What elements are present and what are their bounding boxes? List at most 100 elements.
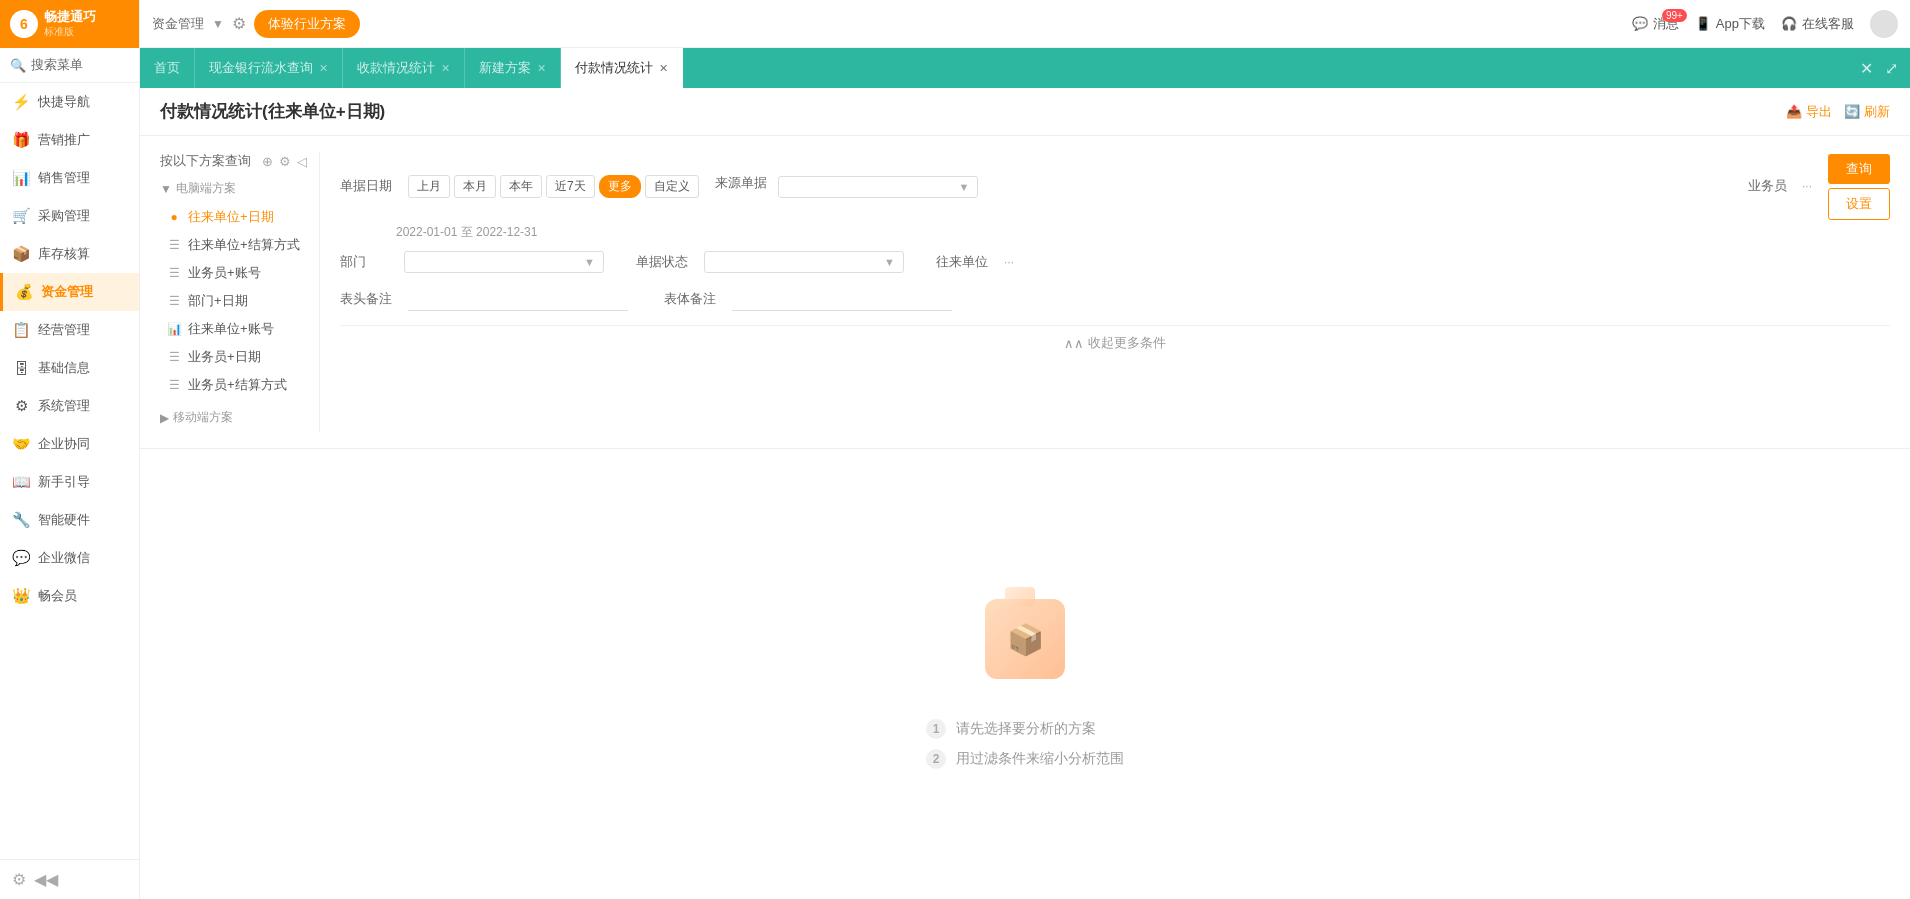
refresh-label: 刷新 [1864, 103, 1890, 121]
sidebar-item-smart-hw[interactable]: 🔧智能硬件 [0, 501, 139, 539]
sidebar-item-sales[interactable]: 📊销售管理 [0, 159, 139, 197]
sidebar-item-inventory[interactable]: 📦库存核算 [0, 235, 139, 273]
app-download-icon: 📱 [1695, 16, 1711, 31]
date-btn-more[interactable]: 更多 [599, 175, 641, 198]
dept-select[interactable]: ▼ [404, 251, 604, 273]
date-btn-custom[interactable]: 自定义 [645, 175, 699, 198]
sidebar-item-quick-nav[interactable]: ⚡快捷导航 [0, 83, 139, 121]
scheme-unit-settle[interactable]: ☰ 往来单位+结算方式 [160, 231, 307, 259]
app-download-button[interactable]: 📱 App下载 [1695, 15, 1765, 33]
user-avatar[interactable] [1870, 10, 1898, 38]
sidebar-item-marketing[interactable]: 🎁营销推广 [0, 121, 139, 159]
refresh-button[interactable]: 🔄 刷新 [1844, 103, 1890, 121]
app-edition: 标准版 [44, 25, 96, 39]
search-menu-item[interactable]: 🔍 搜索菜单 [0, 48, 139, 83]
membership-icon: 👑 [12, 587, 30, 605]
try-industry-button[interactable]: 体验行业方案 [254, 10, 360, 38]
body-note-input[interactable] [732, 287, 952, 311]
sidebar-label-purchase: 采购管理 [38, 207, 90, 225]
mobile-group-arrow: ▶ [160, 411, 169, 425]
sidebar-label-inventory: 库存核算 [38, 245, 90, 263]
settings-button[interactable]: 设置 [1828, 188, 1890, 220]
robot-head-shape [1005, 587, 1035, 607]
scheme-unit-account[interactable]: 📊 往来单位+账号 [160, 315, 307, 343]
header-note-label: 表头备注 [340, 290, 392, 308]
scheme-salesman-settle-label: 业务员+结算方式 [188, 376, 287, 394]
date-range-text: 2022-01-01 至 2022-12-31 [396, 225, 537, 239]
tab-bank-flow-close[interactable]: ✕ [319, 62, 328, 75]
sidebar-item-operation[interactable]: 📋经营管理 [0, 311, 139, 349]
tab-new-scheme-label: 新建方案 [479, 59, 531, 77]
date-btn-this-year[interactable]: 本年 [500, 175, 542, 198]
online-service-icon: 🎧 [1781, 16, 1797, 31]
sidebar-item-membership[interactable]: 👑畅会员 [0, 577, 139, 615]
robot-body-shape: 📦 [985, 599, 1065, 679]
empty-tip-1: 1 请先选择要分析的方案 [926, 719, 1124, 739]
sidebar-item-purchase[interactable]: 🛒 采购管理 [0, 197, 139, 235]
settings-icon[interactable]: ⚙ [12, 870, 26, 889]
sidebar-item-capital[interactable]: 💰资金管理 [0, 273, 139, 311]
source-doc-arrow: ▼ [958, 181, 969, 193]
close-all-tabs-icon[interactable]: ✕ [1856, 59, 1877, 78]
tab-payment-stats-label: 付款情况统计 [575, 59, 653, 77]
scheme-sidebar: 按以下方案查询 ⊕ ⚙ ◁ ▼ 电脑端方案 ● 往来单位+日期 ☰ [160, 152, 320, 432]
expand-tabs-icon[interactable]: ⤢ [1881, 59, 1902, 78]
sidebar-item-enterprise-wechat[interactable]: 💬企业微信 [0, 539, 139, 577]
purchase-icon: 🛒 [12, 207, 30, 225]
online-service-button[interactable]: 🎧 在线客服 [1781, 15, 1854, 33]
enterprise-wechat-icon: 💬 [12, 549, 30, 567]
page-content: 付款情况统计(往来单位+日期) 📤 导出 🔄 刷新 按以下方案查询 ⊕ [140, 88, 1910, 899]
date-btn-7days[interactable]: 近7天 [546, 175, 595, 198]
date-label: 单据日期 [340, 177, 392, 195]
scheme-unit-settle-label: 往来单位+结算方式 [188, 236, 300, 254]
salesman-more-icon[interactable]: ··· [1802, 179, 1812, 193]
system-icon: ⚙ [12, 397, 30, 415]
scheme-salesman-date[interactable]: ☰ 业务员+日期 [160, 343, 307, 371]
settings-scheme-icon[interactable]: ⚙ [279, 154, 291, 169]
sales-icon: 📊 [12, 169, 30, 187]
desktop-group-arrow: ▼ [160, 182, 172, 196]
salesman-label: 业务员 [1748, 177, 1796, 195]
scheme-unit-date[interactable]: ● 往来单位+日期 [160, 203, 307, 231]
tab-receipt-stats-close[interactable]: ✕ [441, 62, 450, 75]
date-btn-last-month[interactable]: 上月 [408, 175, 450, 198]
tab-receipt-stats[interactable]: 收款情况统计 ✕ [343, 48, 465, 88]
sidebar-item-system[interactable]: ⚙ 系统管理 [0, 387, 139, 425]
desktop-scheme-group[interactable]: ▼ 电脑端方案 [160, 180, 307, 197]
sidebar-item-guide[interactable]: 📖新手引导 [0, 463, 139, 501]
search-menu-label: 搜索菜单 [31, 56, 83, 74]
source-doc-select[interactable]: ▼ [778, 176, 978, 198]
sidebar-label-system: 系统管理 [38, 397, 90, 415]
tab-home[interactable]: 首页 [140, 48, 195, 88]
query-button[interactable]: 查询 [1828, 154, 1890, 184]
add-scheme-icon[interactable]: ⊕ [262, 154, 273, 169]
date-btn-this-month[interactable]: 本月 [454, 175, 496, 198]
header-note-input[interactable] [408, 287, 628, 311]
messages-button[interactable]: 💬 消息 99+ [1632, 15, 1679, 33]
tab-bank-flow[interactable]: 现金银行流水查询 ✕ [195, 48, 343, 88]
counterpart-more-icon[interactable]: ··· [1004, 255, 1014, 269]
tab-payment-stats-close[interactable]: ✕ [659, 62, 668, 75]
topbar-gear-icon[interactable]: ⚙ [232, 14, 246, 33]
tab-new-scheme[interactable]: 新建方案 ✕ [465, 48, 561, 88]
topbar-right: 💬 消息 99+ 📱 App下载 🎧 在线客服 [1632, 10, 1898, 38]
export-button[interactable]: 📤 导出 [1786, 103, 1832, 121]
collapse-scheme-icon[interactable]: ◁ [297, 154, 307, 169]
online-service-label: 在线客服 [1802, 15, 1854, 33]
capital-icon: 💰 [15, 283, 33, 301]
tab-payment-stats[interactable]: 付款情况统计 ✕ [561, 48, 683, 88]
tab-new-scheme-close[interactable]: ✕ [537, 62, 546, 75]
scheme-unit-account-icon: 📊 [166, 321, 182, 337]
mobile-scheme-group[interactable]: ▶ 移动端方案 [160, 409, 307, 426]
scheme-salesman-account[interactable]: ☰ 业务员+账号 [160, 259, 307, 287]
tabbar-actions: ✕ ⤢ [1848, 48, 1910, 88]
scheme-dept-date[interactable]: ☰ 部门+日期 [160, 287, 307, 315]
sidebar-item-basic-info[interactable]: 🗄基础信息 [0, 349, 139, 387]
collapse-more-bar[interactable]: ∧∧ 收起更多条件 [340, 325, 1890, 360]
doc-status-select[interactable]: ▼ [704, 251, 904, 273]
topbar-breadcrumb: 资金管理 [152, 15, 204, 33]
scheme-salesman-settle[interactable]: ☰ 业务员+结算方式 [160, 371, 307, 399]
page-header: 付款情况统计(往来单位+日期) 📤 导出 🔄 刷新 [140, 88, 1910, 136]
sidebar-item-enterprise[interactable]: 🤝企业协同 [0, 425, 139, 463]
collapse-sidebar-icon[interactable]: ◀◀ [34, 870, 58, 889]
